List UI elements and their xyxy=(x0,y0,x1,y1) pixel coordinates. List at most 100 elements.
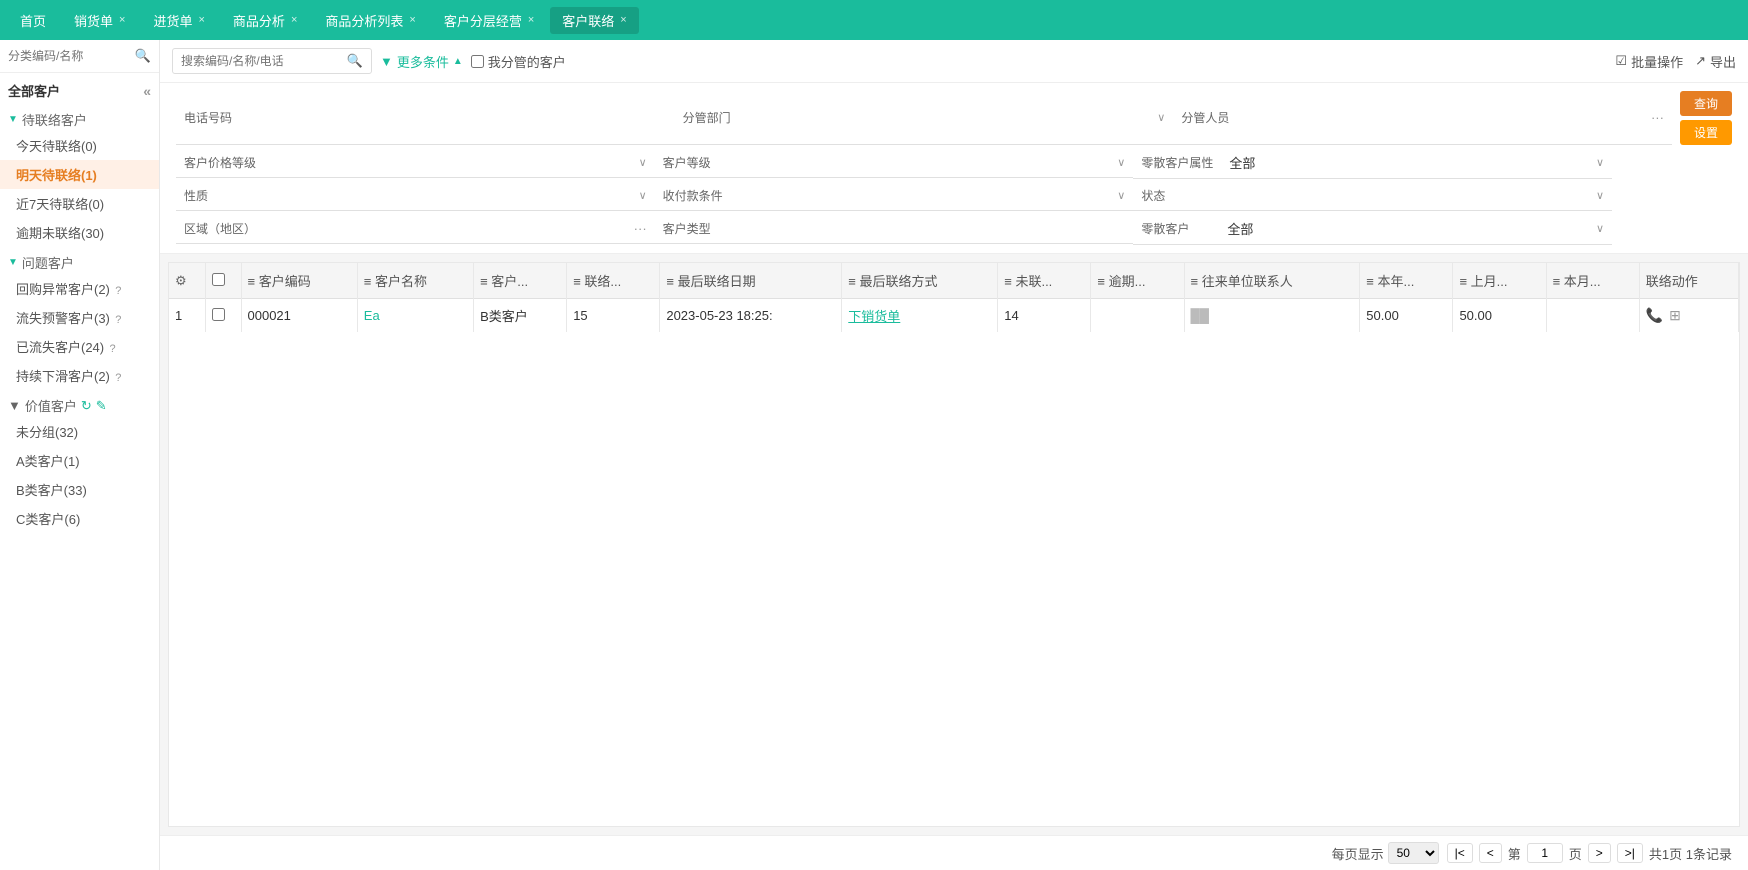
close-product-analysis-icon[interactable]: × xyxy=(291,14,297,26)
prev-page-button[interactable]: < xyxy=(1479,843,1502,863)
first-page-button[interactable]: |< xyxy=(1447,843,1473,863)
row-checkbox[interactable] xyxy=(205,299,241,333)
filter-region: 区域（地区） ··· xyxy=(176,214,655,244)
filter-retail-attr: 零散客户属性 全部 ∨ xyxy=(1133,147,1612,179)
row-name[interactable]: Ea xyxy=(357,299,473,333)
th-last-contact-method: ≡ 最后联络方式 xyxy=(842,263,998,299)
row-grid-icon[interactable]: ⊞ xyxy=(1669,307,1681,324)
sidebar-item-declining[interactable]: 持续下滑客户(2) ? xyxy=(0,361,159,390)
row-last-contact-date: 2023-05-23 18:25: xyxy=(660,299,842,333)
row-select-checkbox[interactable] xyxy=(212,308,225,321)
sidebar-item-churned[interactable]: 已流失客户(24) ? xyxy=(0,332,159,361)
region-ellipsis-button[interactable]: ··· xyxy=(634,221,647,236)
nav-customer-stratification[interactable]: 客户分层经营 × xyxy=(432,7,546,34)
filter-panel: 电话号码 分管部门 ∨ 分管人员 ··· 查询 设置 xyxy=(160,83,1748,254)
sidebar-item-today-pending[interactable]: 今天待联络(0) xyxy=(0,131,159,160)
filter-phone: 电话号码 xyxy=(176,91,675,145)
last-page-button[interactable]: >| xyxy=(1617,843,1643,863)
row-overdue xyxy=(1091,299,1184,333)
filter-payment: 收付款条件 ∨ xyxy=(655,181,1134,211)
th-name: ≡ 客户名称 xyxy=(357,263,473,299)
manager-ellipsis-button[interactable]: ··· xyxy=(1651,110,1664,125)
sidebar-item-class-a[interactable]: A类客户(1) xyxy=(0,446,159,475)
sidebar-item-ungrouped[interactable]: 未分组(32) xyxy=(0,417,159,446)
sidebar-collapse-icon[interactable]: « xyxy=(143,83,151,99)
th-action: 联络动作 xyxy=(1639,263,1738,299)
row-last-month: 50.00 xyxy=(1453,299,1546,333)
nav-customer-contact[interactable]: 客户联络 × xyxy=(550,7,638,34)
more-filter-button[interactable]: ▼ 更多条件 ▲ xyxy=(380,52,463,71)
filter-status: 状态 ∨ xyxy=(1133,181,1612,211)
question-icon-1: ? xyxy=(115,285,121,297)
retail-customer-dropdown-icon[interactable]: ∨ xyxy=(1596,222,1604,235)
sidebar-search-box[interactable]: 🔍 xyxy=(0,40,159,73)
sidebar-item-churn-warning[interactable]: 流失预警客户(3) ? xyxy=(0,303,159,332)
settings-icon[interactable]: ⚙ xyxy=(175,273,187,288)
page-size-control: 每页显示 50 100 200 xyxy=(1332,842,1439,864)
filter-manager: 分管人员 ··· xyxy=(1173,91,1672,145)
filter-gender: 性质 ∨ xyxy=(176,181,655,211)
th-code: ≡ 客户编码 xyxy=(241,263,357,299)
set-button[interactable]: 设置 xyxy=(1680,120,1732,145)
sidebar-item-tomorrow-pending[interactable]: 明天待联络(1) xyxy=(0,160,159,189)
th-overdue: ≡ 逾期... xyxy=(1091,263,1184,299)
sidebar-item-abnormal-repurchase[interactable]: 回购异常客户(2) ? xyxy=(0,274,159,303)
gender-dropdown-icon[interactable]: ∨ xyxy=(639,189,647,202)
query-button[interactable]: 查询 xyxy=(1680,91,1732,116)
row-last-contact-method[interactable]: 下销货单 xyxy=(842,299,998,333)
table-header-row: ⚙ ≡ 客户编码 ≡ 客户名称 xyxy=(169,263,1739,299)
value-customers-group: ▼ 价值客户 ↻ ✎ xyxy=(0,390,159,417)
page-number-input[interactable] xyxy=(1527,843,1563,863)
my-customers-checkbox[interactable] xyxy=(471,55,484,68)
th-type: ≡ 客户... xyxy=(474,263,567,299)
nav-home[interactable]: 首页 xyxy=(8,7,58,34)
main-search-icon[interactable]: 🔍 xyxy=(347,53,363,69)
sidebar-item-7days-pending[interactable]: 近7天待联络(0) xyxy=(0,189,159,218)
nav-product-analysis[interactable]: 商品分析 × xyxy=(221,7,309,34)
row-code: 000021 xyxy=(241,299,357,333)
value-customers-edit-icon[interactable]: ✎ xyxy=(96,398,107,414)
close-product-analysis-list-icon[interactable]: × xyxy=(409,14,415,26)
close-purchase-order-icon[interactable]: × xyxy=(198,14,204,26)
page-size-select[interactable]: 50 100 200 xyxy=(1388,842,1439,864)
nav-product-analysis-list[interactable]: 商品分析列表 × xyxy=(313,7,427,34)
sidebar-item-class-c[interactable]: C类客户(6) xyxy=(0,504,159,533)
close-customer-stratification-icon[interactable]: × xyxy=(528,14,534,26)
customer-level-dropdown-icon[interactable]: ∨ xyxy=(1117,156,1125,169)
main-search-input[interactable] xyxy=(181,54,343,68)
filter-icon: ▼ xyxy=(380,54,393,69)
sidebar-search-icon[interactable]: 🔍 xyxy=(135,48,151,64)
filter-chevron-icon: ▲ xyxy=(453,56,463,67)
payment-dropdown-icon[interactable]: ∨ xyxy=(1117,189,1125,202)
value-customers-refresh-icon[interactable]: ↻ xyxy=(81,398,92,414)
sidebar-item-class-b[interactable]: B类客户(33) xyxy=(0,475,159,504)
nav-purchase-order[interactable]: 进货单 × xyxy=(141,7,216,34)
close-customer-contact-icon[interactable]: × xyxy=(620,14,626,26)
question-icon-4: ? xyxy=(115,372,121,384)
th-checkbox xyxy=(205,263,241,299)
row-contact-person: ██ xyxy=(1184,299,1360,333)
my-customers-checkbox-label[interactable]: 我分管的客户 xyxy=(471,52,566,71)
sidebar-search-input[interactable] xyxy=(8,49,131,63)
th-this-year: ≡ 本年... xyxy=(1360,263,1453,299)
export-icon: ↗ xyxy=(1695,53,1706,69)
main-search-box[interactable]: 🔍 xyxy=(172,48,372,74)
nav-sales-order[interactable]: 销货单 × xyxy=(62,7,137,34)
dept-dropdown-icon[interactable]: ∨ xyxy=(1157,111,1165,124)
filter-actions: 查询 设置 xyxy=(1672,91,1732,145)
status-dropdown-icon[interactable]: ∨ xyxy=(1596,189,1604,202)
filter-dept: 分管部门 ∨ xyxy=(675,91,1174,145)
th-contact-person: ≡ 往来单位联系人 xyxy=(1184,263,1360,299)
price-level-dropdown-icon[interactable]: ∨ xyxy=(639,156,647,169)
next-page-button[interactable]: > xyxy=(1588,843,1611,863)
row-this-year: 50.00 xyxy=(1360,299,1453,333)
row-phone-icon[interactable]: 📞 xyxy=(1646,307,1663,324)
select-all-checkbox[interactable] xyxy=(212,273,225,286)
retail-attr-dropdown-icon[interactable]: ∨ xyxy=(1596,156,1604,169)
sidebar-item-overdue-pending[interactable]: 逾期未联络(30) xyxy=(0,218,159,247)
row-actions: 📞 ⊞ xyxy=(1639,299,1738,333)
batch-operation-button[interactable]: ☑ 批量操作 xyxy=(1615,52,1683,71)
close-sales-order-icon[interactable]: × xyxy=(119,14,125,26)
table-footer: 每页显示 50 100 200 |< < 第 页 > >| 共1页 1条记录 xyxy=(160,835,1748,870)
export-button[interactable]: ↗ 导出 xyxy=(1695,52,1736,71)
